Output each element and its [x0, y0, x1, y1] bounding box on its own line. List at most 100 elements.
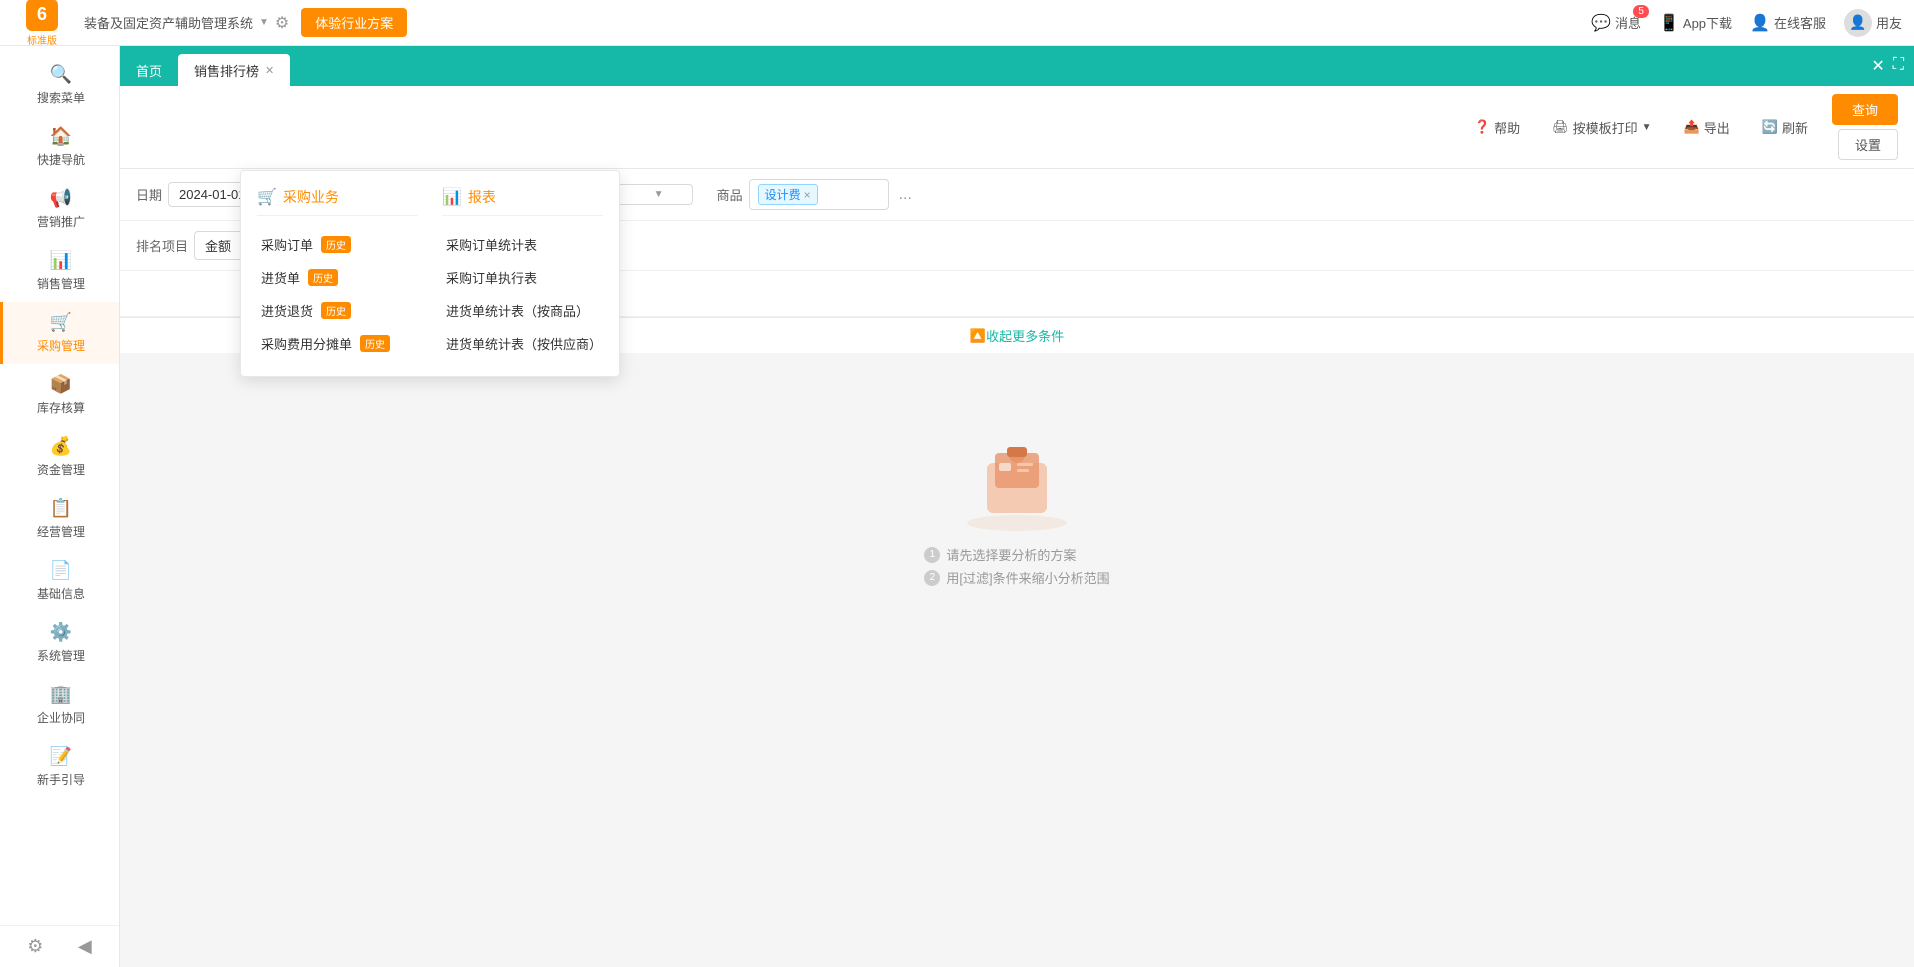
tab-sales-rank[interactable]: 销售排行榜 ✕: [178, 54, 290, 86]
online-service-action[interactable]: 👤 在线客服: [1750, 13, 1826, 33]
sidebar-label-marketing: 营销推广: [37, 213, 85, 230]
sidebar-item-finance[interactable]: 💰 资金管理: [0, 426, 119, 488]
home-icon: 🏠: [50, 126, 72, 147]
dropdown-item-goods-return[interactable]: 进货退货 历史: [257, 294, 418, 327]
print-label: 按模板打印: [1573, 118, 1638, 137]
sidebar-item-system[interactable]: ⚙️ 系统管理: [0, 612, 119, 674]
enterprise-icon: 🏢: [50, 684, 72, 705]
logo-area: 6 标准版: [12, 0, 72, 47]
sidebar-item-sales[interactable]: 📊 销售管理: [0, 240, 119, 302]
tab-close-icon[interactable]: ✕: [265, 64, 274, 77]
dropdown-item-goods-stat-by-supplier[interactable]: 进货单统计表（按供应商）: [442, 327, 603, 360]
dropdown-col-purchase: 🛒 采购业务 采购订单 历史 进货单 历史 进货退货 历史: [257, 187, 418, 360]
goods-tag: 设计费 ×: [758, 184, 818, 205]
sidebar-collapse-icon[interactable]: ◀: [78, 936, 92, 957]
system-icon: ⚙️: [50, 622, 72, 643]
rank-value: 金额: [205, 236, 231, 255]
sidebar-item-newbie[interactable]: 📝 新手引导: [0, 736, 119, 798]
sidebar-label-inventory: 库存核算: [37, 399, 85, 416]
goods-return-label: 进货退货: [261, 301, 313, 320]
dropdown-item-purchase-expense[interactable]: 采购费用分摊单 历史: [257, 327, 418, 360]
report-col-icon: 📊: [442, 187, 462, 207]
goods-receipt-history: 历史: [308, 269, 338, 286]
dropdown-col1-title-label: 采购业务: [283, 187, 339, 207]
tab-home-label: 首页: [136, 61, 162, 80]
goods-filter: 商品 设计费 × ...: [717, 179, 912, 210]
settings-button[interactable]: 设置: [1838, 129, 1898, 160]
sidebar-label-quick-nav: 快捷导航: [37, 151, 85, 168]
empty-state: 1 请先选择要分析的方案 2 用[过滤]条件来缩小分析范围: [120, 353, 1914, 667]
user-label: 用友: [1876, 13, 1902, 32]
sidebar-item-basic-info[interactable]: 📄 基础信息: [0, 550, 119, 612]
sidebar-settings-icon[interactable]: ⚙: [27, 936, 43, 957]
dropdown-item-purchase-order[interactable]: 采购订单 历史: [257, 228, 418, 261]
goods-dots[interactable]: ...: [899, 186, 912, 204]
doc-status-dropdown-icon: ▼: [654, 189, 664, 200]
refresh-button[interactable]: 🔄 刷新: [1754, 114, 1816, 141]
dropdown-item-purchase-order-exec[interactable]: 采购订单执行表: [442, 261, 603, 294]
purchase-order-stat-label: 采购订单统计表: [446, 235, 537, 254]
collapse-up-icon: 🔼: [970, 328, 986, 344]
dropdown-item-goods-stat-by-goods[interactable]: 进货单统计表（按商品）: [442, 294, 603, 327]
purchase-icon: 🛒: [50, 312, 72, 333]
system-name: 装备及固定资产辅助管理系统: [84, 13, 253, 32]
sidebar-item-inventory[interactable]: 📦 库存核算: [0, 364, 119, 426]
refresh-label: 刷新: [1782, 118, 1808, 137]
purchase-order-history: 历史: [321, 236, 351, 253]
purchase-expense-history: 历史: [360, 335, 390, 352]
operations-icon: 📋: [50, 498, 72, 519]
goods-return-history: 历史: [321, 302, 351, 319]
print-icon: 🖨: [1552, 119, 1569, 135]
tab-home[interactable]: 首页: [120, 54, 178, 86]
sidebar-item-marketing[interactable]: 📢 营销推广: [0, 178, 119, 240]
industry-button[interactable]: 体验行业方案: [301, 8, 407, 37]
main-layout: 🔍 搜索菜单 🏠 快捷导航 📢 营销推广 📊 销售管理 🛒 采购管理 📦 库存核…: [0, 46, 1914, 967]
inventory-icon: 📦: [50, 374, 72, 395]
system-dropdown-arrow[interactable]: ▼: [259, 17, 269, 28]
empty-svg: [957, 433, 1077, 533]
dropdown-col-report-title: 📊 报表: [442, 187, 603, 216]
tab-close-all-icon[interactable]: ✕: [1871, 56, 1884, 76]
avatar: 👤: [1844, 9, 1872, 37]
sidebar-item-search[interactable]: 🔍 搜索菜单: [0, 54, 119, 116]
sidebar-item-operations[interactable]: 📋 经营管理: [0, 488, 119, 550]
purchase-col-icon: 🛒: [257, 187, 277, 207]
tab-expand-icon[interactable]: ⛶: [1893, 56, 1904, 76]
message-action[interactable]: 💬 消息 5: [1591, 13, 1641, 33]
help-label: 帮助: [1494, 118, 1520, 137]
marketing-icon: 📢: [50, 188, 72, 209]
purchase-dropdown-menu: 🛒 采购业务 采购订单 历史 进货单 历史 进货退货 历史: [240, 170, 620, 377]
dropdown-item-goods-receipt[interactable]: 进货单 历史: [257, 261, 418, 294]
goods-tag-close[interactable]: ×: [804, 188, 811, 202]
gear-icon[interactable]: ⚙: [275, 13, 289, 33]
query-button[interactable]: 查询: [1832, 94, 1898, 125]
export-button[interactable]: 📤 导出: [1676, 114, 1738, 141]
message-badge: 5: [1633, 5, 1649, 18]
phone-icon: 📱: [1659, 13, 1679, 33]
app-download-action[interactable]: 📱 App下载: [1659, 13, 1732, 33]
tab-bar-actions: ✕ ⛶: [1871, 56, 1904, 76]
sidebar-bottom: ⚙ ◀: [0, 925, 119, 967]
hint-text-2: 用[过滤]条件来缩小分析范围: [946, 568, 1109, 587]
print-button[interactable]: 🖨 按模板打印 ▼: [1544, 114, 1659, 141]
header-left: 6 标准版 装备及固定资产辅助管理系统 ▼ ⚙ 体验行业方案: [12, 0, 407, 47]
content-area: 首页 销售排行榜 ✕ ✕ ⛶ ❓ 帮助: [120, 46, 1914, 967]
goods-input[interactable]: 设计费 ×: [749, 179, 889, 210]
help-button[interactable]: ❓ 帮助: [1466, 114, 1528, 141]
sidebar-item-enterprise[interactable]: 🏢 企业协同: [0, 674, 119, 736]
refresh-icon: 🔄: [1762, 119, 1778, 135]
header-right: 💬 消息 5 📱 App下载 👤 在线客服 👤 用友: [1591, 9, 1902, 37]
user-action[interactable]: 👤 用友: [1844, 9, 1902, 37]
sidebar: 🔍 搜索菜单 🏠 快捷导航 📢 营销推广 📊 销售管理 🛒 采购管理 📦 库存核…: [0, 46, 120, 967]
toolbar-right: ❓ 帮助 🖨 按模板打印 ▼ 📤 导出 🔄 刷新: [1466, 94, 1898, 160]
sales-icon: 📊: [50, 250, 72, 271]
tab-sales-rank-label: 销售排行榜: [194, 61, 259, 80]
system-title-group: 装备及固定资产辅助管理系统 ▼ ⚙: [84, 13, 289, 33]
dropdown-item-purchase-order-stat[interactable]: 采购订单统计表: [442, 228, 603, 261]
purchase-order-label: 采购订单: [261, 235, 313, 254]
sidebar-item-quick-nav[interactable]: 🏠 快捷导航: [0, 116, 119, 178]
sidebar-item-purchase[interactable]: 🛒 采购管理: [0, 302, 119, 364]
search-icon: 🔍: [50, 64, 72, 85]
query-actions: 查询 设置: [1832, 94, 1898, 160]
dropdown-col2-title-label: 报表: [468, 187, 496, 207]
